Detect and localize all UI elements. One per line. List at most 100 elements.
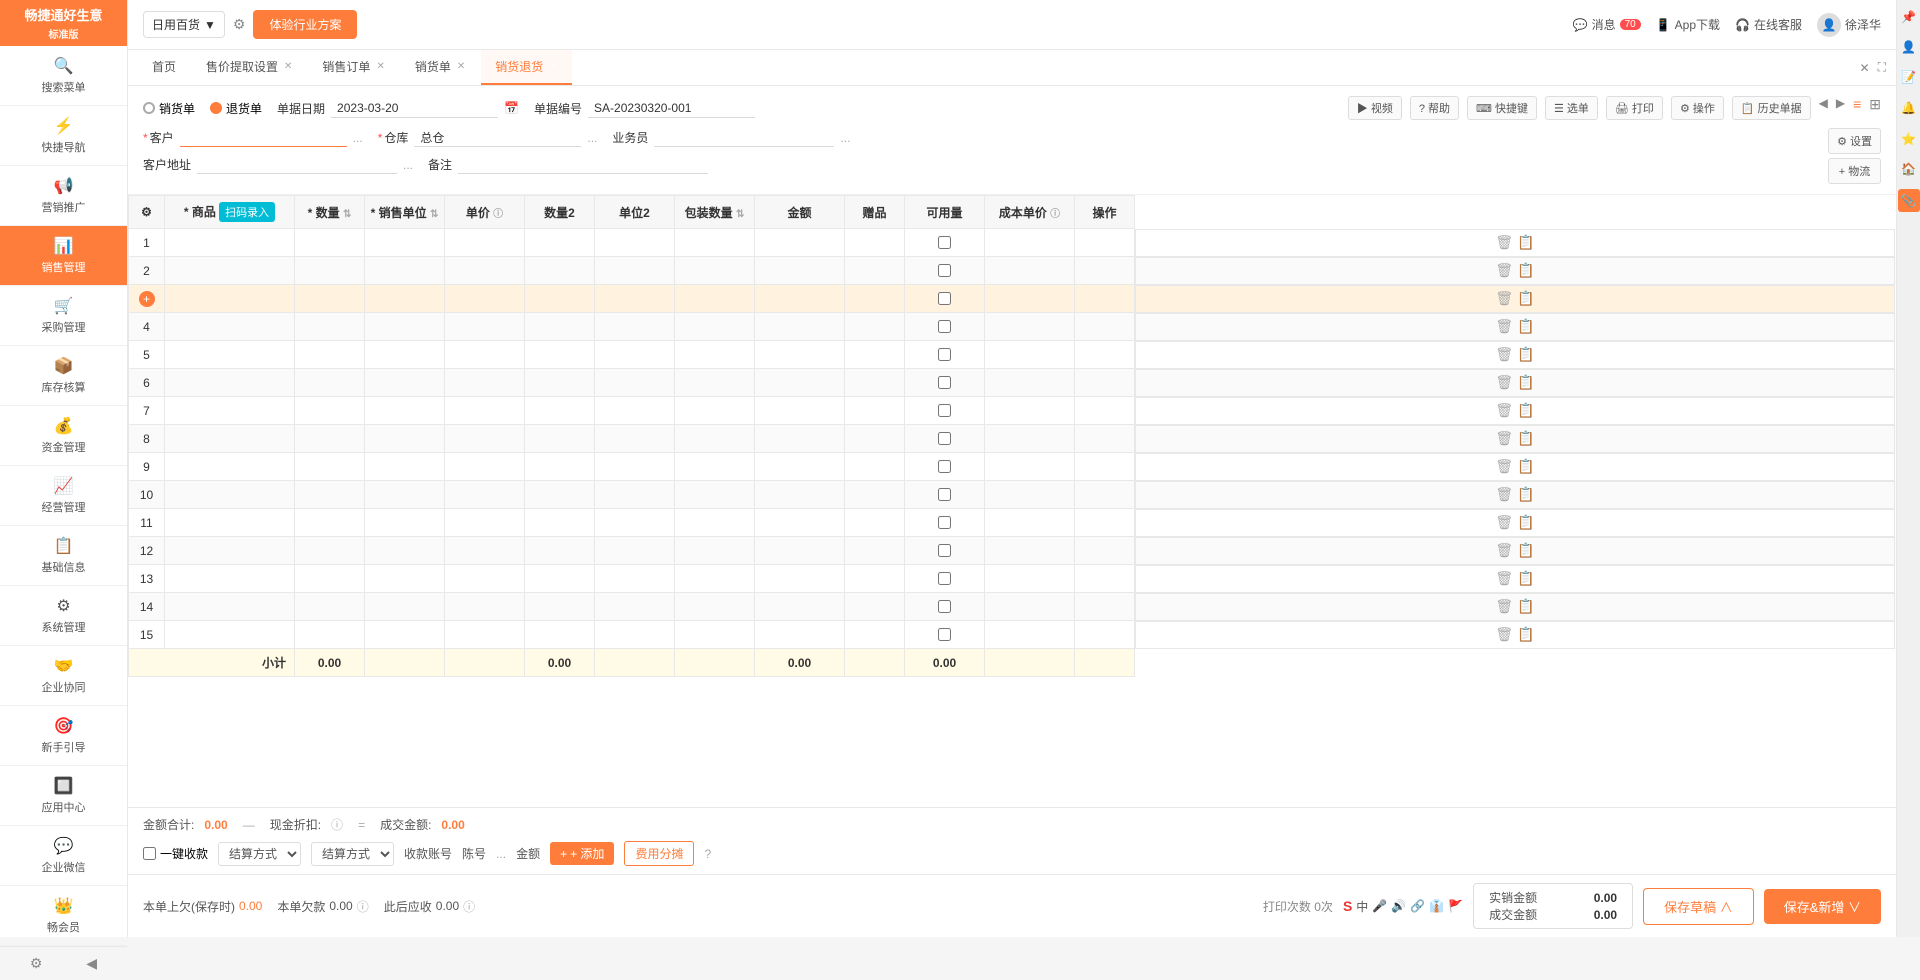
cell-8-3[interactable] bbox=[525, 425, 595, 453]
cell-13-3[interactable] bbox=[525, 565, 595, 593]
nav-next[interactable]: ▶ bbox=[1836, 96, 1845, 120]
gift-cell-12[interactable] bbox=[905, 537, 985, 565]
right-tool-user[interactable]: 👤 bbox=[1900, 36, 1918, 59]
cell-11-0[interactable] bbox=[295, 509, 365, 537]
gift-cell-14[interactable] bbox=[905, 593, 985, 621]
product-cell-15[interactable] bbox=[165, 621, 295, 649]
cell-4-3[interactable] bbox=[525, 313, 595, 341]
cell-14-2[interactable] bbox=[445, 593, 525, 621]
gift-checkbox-6[interactable] bbox=[938, 376, 951, 389]
product-input-6[interactable] bbox=[169, 376, 290, 390]
cell-11-1[interactable] bbox=[365, 509, 445, 537]
cell-9-1[interactable] bbox=[365, 453, 445, 481]
nav-prev[interactable]: ◀ bbox=[1819, 96, 1828, 120]
copy-btn-10[interactable]: 📋 bbox=[1517, 486, 1534, 503]
cell-13-5[interactable] bbox=[675, 565, 755, 593]
gift-checkbox-11[interactable] bbox=[938, 516, 951, 529]
cell-9-5[interactable] bbox=[675, 453, 755, 481]
cell-2-3[interactable] bbox=[525, 257, 595, 285]
gift-checkbox-7[interactable] bbox=[938, 404, 951, 417]
cell-4-1[interactable] bbox=[365, 313, 445, 341]
calculation-select[interactable]: 结算方式 bbox=[311, 842, 394, 866]
product-input-9[interactable] bbox=[169, 460, 290, 474]
cell-1-4[interactable] bbox=[595, 229, 675, 257]
cell-12-6[interactable] bbox=[755, 537, 845, 565]
product-input-4[interactable] bbox=[169, 320, 290, 334]
flag-icon[interactable]: 🚩 bbox=[1448, 899, 1463, 913]
cell-6-3[interactable] bbox=[525, 369, 595, 397]
cell-14-1[interactable] bbox=[365, 593, 445, 621]
right-tool-star[interactable]: ⭐ bbox=[1900, 128, 1918, 151]
mic-icon[interactable]: 🎤 bbox=[1372, 899, 1387, 913]
cell-3-7[interactable] bbox=[845, 285, 905, 313]
add-btn[interactable]: + + 添加 bbox=[550, 842, 614, 865]
sidebar-item-system[interactable]: ⚙ 系统管理 bbox=[0, 586, 127, 646]
cell-5-2[interactable] bbox=[445, 341, 525, 369]
copy-btn-5[interactable]: 📋 bbox=[1517, 346, 1534, 363]
sidebar-item-app-center[interactable]: 🔲 应用中心 bbox=[0, 766, 127, 826]
collapse-btn[interactable]: ◀ bbox=[86, 955, 97, 972]
help-btn[interactable]: ? 帮助 bbox=[1410, 96, 1459, 120]
cell-13-4[interactable] bbox=[595, 565, 675, 593]
tab-close-all[interactable]: ✕ bbox=[1860, 61, 1870, 75]
logistics-btn[interactable]: + 物流 bbox=[1828, 158, 1881, 184]
cell-7-4[interactable] bbox=[595, 397, 675, 425]
topbar-gear-icon[interactable]: ⚙ bbox=[233, 16, 246, 33]
sidebar-item-basic-info[interactable]: 📋 基础信息 bbox=[0, 526, 127, 586]
product-input-5[interactable] bbox=[169, 348, 290, 362]
cell-3-6[interactable] bbox=[755, 285, 845, 313]
cell-12-3[interactable] bbox=[525, 537, 595, 565]
sidebar-item-operations[interactable]: 📈 经营管理 bbox=[0, 466, 127, 526]
copy-btn-3[interactable]: 📋 bbox=[1517, 290, 1534, 307]
copy-btn-11[interactable]: 📋 bbox=[1517, 514, 1534, 531]
settlement-select[interactable]: 结算方式 bbox=[218, 842, 301, 866]
cell-2-5[interactable] bbox=[675, 257, 755, 285]
product-input-7[interactable] bbox=[169, 404, 290, 418]
tab-sales-order[interactable]: 销售订单 ✕ bbox=[308, 50, 398, 85]
save-draft-btn[interactable]: 保存草稿 ∧ bbox=[1643, 888, 1754, 925]
delete-btn-11[interactable]: 🗑 bbox=[1495, 514, 1513, 531]
salesperson-input[interactable] bbox=[654, 128, 834, 147]
product-cell-5[interactable] bbox=[165, 341, 295, 369]
cell-9-6[interactable] bbox=[755, 453, 845, 481]
user-info[interactable]: 👤 徐泽华 bbox=[1817, 13, 1881, 37]
radio-return[interactable]: 退货单 bbox=[210, 100, 262, 117]
cell-5-3[interactable] bbox=[525, 341, 595, 369]
gift-cell-10[interactable] bbox=[905, 481, 985, 509]
gift-cell-4[interactable] bbox=[905, 313, 985, 341]
product-cell-13[interactable] bbox=[165, 565, 295, 593]
gift-checkbox-15[interactable] bbox=[938, 628, 951, 641]
message-btn[interactable]: 💬 消息 70 bbox=[1573, 16, 1641, 33]
delete-btn-2[interactable]: 🗑 bbox=[1495, 262, 1513, 279]
cell-8-5[interactable] bbox=[675, 425, 755, 453]
product-cell-7[interactable] bbox=[165, 397, 295, 425]
delete-btn-13[interactable]: 🗑 bbox=[1495, 570, 1513, 587]
gift-checkbox-1[interactable] bbox=[938, 236, 951, 249]
cell-10-2[interactable] bbox=[445, 481, 525, 509]
cell-5-0[interactable] bbox=[295, 341, 365, 369]
cell-14-6[interactable] bbox=[755, 593, 845, 621]
gift-cell-7[interactable] bbox=[905, 397, 985, 425]
gift-cell-9[interactable] bbox=[905, 453, 985, 481]
delete-btn-15[interactable]: 🗑 bbox=[1495, 626, 1513, 643]
cell-7-3[interactable] bbox=[525, 397, 595, 425]
product-input-10[interactable] bbox=[169, 488, 290, 502]
tab-close-sales-invoice[interactable]: ✕ bbox=[457, 61, 465, 72]
connect-icon[interactable]: 🔗 bbox=[1410, 899, 1425, 913]
save-new-btn[interactable]: 保存&新增 ∨ bbox=[1764, 889, 1881, 924]
fee-btn[interactable]: 费用分摊 bbox=[624, 841, 694, 866]
copy-btn-7[interactable]: 📋 bbox=[1517, 402, 1534, 419]
product-cell-9[interactable] bbox=[165, 453, 295, 481]
cell-8-2[interactable] bbox=[445, 425, 525, 453]
cell-4-5[interactable] bbox=[675, 313, 755, 341]
cell-2-2[interactable] bbox=[445, 257, 525, 285]
cell-10-7[interactable] bbox=[845, 481, 905, 509]
price-info-icon[interactable]: ⓘ bbox=[493, 209, 503, 220]
add-row-btn[interactable]: + bbox=[139, 291, 155, 307]
speak-icon[interactable]: 🔊 bbox=[1391, 899, 1406, 913]
cell-12-1[interactable] bbox=[365, 537, 445, 565]
cell-14-4[interactable] bbox=[595, 593, 675, 621]
gift-checkbox-8[interactable] bbox=[938, 432, 951, 445]
cell-6-0[interactable] bbox=[295, 369, 365, 397]
tab-maximize[interactable]: ⛶ bbox=[1878, 60, 1886, 75]
